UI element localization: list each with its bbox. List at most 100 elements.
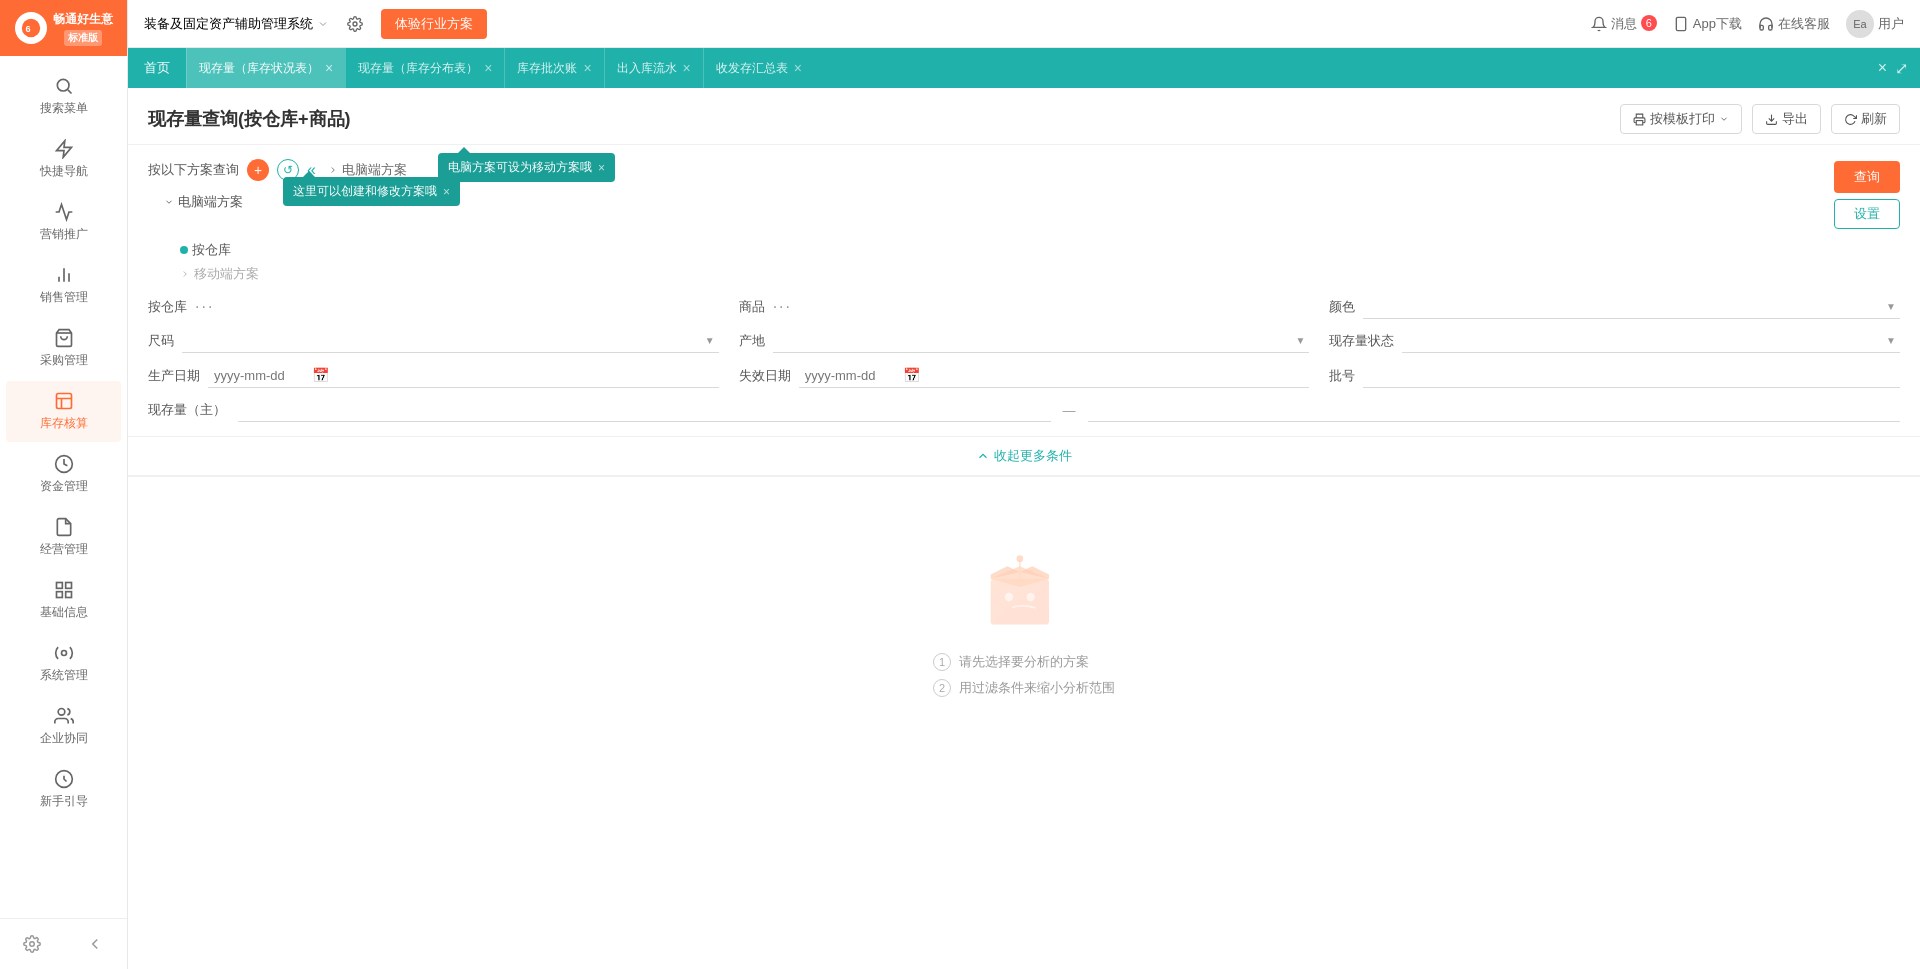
filter-field-origin: 产地 ▼ — [739, 329, 1310, 353]
sidebar-item-marketing[interactable]: 营销推广 — [6, 192, 121, 253]
refresh-btn[interactable]: 刷新 — [1831, 104, 1900, 134]
filter-field-expire-date: 失效日期 📅 — [739, 363, 1310, 388]
stock-status-select[interactable] — [1402, 333, 1900, 348]
print-label: 按模板打印 — [1650, 110, 1715, 128]
filter-field-size: 尺码 ▼ — [148, 329, 719, 353]
header-right: 消息 6 App下载 在线客服 Ea 用户 — [1591, 10, 1904, 38]
triangle-right-icon — [180, 269, 190, 279]
stock-main-to[interactable] — [1088, 398, 1901, 422]
sidebar-label-sales: 销售管理 — [40, 289, 88, 306]
step-2-circle: 2 — [933, 679, 951, 697]
collapse-sidebar-btn[interactable] — [82, 931, 108, 957]
user-area[interactable]: Ea 用户 — [1846, 10, 1904, 38]
settings-query-btn[interactable]: 设置 — [1834, 199, 1900, 229]
sidebar-item-operations[interactable]: 经营管理 — [6, 507, 121, 568]
tab-close-batch-account[interactable]: × — [583, 61, 591, 75]
page-title: 现存量查询(按仓库+商品) — [148, 107, 351, 131]
sidebar-logo: 6 畅通好生意 标准版 — [0, 0, 127, 56]
tab-receive-summary[interactable]: 收发存汇总表 × — [703, 48, 814, 88]
origin-select[interactable] — [773, 333, 1310, 348]
sidebar-label-system: 系统管理 — [40, 667, 88, 684]
scheme-dot — [180, 246, 188, 254]
produce-date-calendar-icon[interactable]: 📅 — [312, 367, 329, 383]
system-title-dropdown[interactable]: 装备及固定资产辅助管理系统 — [144, 15, 329, 33]
empty-step-2: 2 用过滤条件来缩小分析范围 — [933, 679, 1115, 697]
export-label: 导出 — [1782, 110, 1808, 128]
expire-date-input[interactable] — [805, 368, 895, 383]
logo-badge: 标准版 — [64, 30, 102, 46]
step-1-circle: 1 — [933, 653, 951, 671]
sidebar-label-search: 搜索菜单 — [40, 100, 88, 117]
filter-add-btn[interactable]: + — [247, 159, 269, 181]
online-support-btn[interactable]: 在线客服 — [1758, 15, 1830, 33]
notification-count: 6 — [1641, 15, 1657, 31]
color-select[interactable] — [1363, 299, 1900, 314]
warehouse-dots[interactable]: ··· — [195, 298, 214, 316]
stock-main-from[interactable] — [238, 398, 1051, 422]
tab-close-receive-summary[interactable]: × — [794, 61, 802, 75]
notification-btn[interactable]: 消息 6 — [1591, 15, 1657, 33]
tab-close-inventory-dist[interactable]: × — [484, 61, 492, 75]
collapse-btn-row: 收起更多条件 — [128, 437, 1920, 476]
sidebar-item-sales[interactable]: 销售管理 — [6, 255, 121, 316]
sidebar-item-system[interactable]: 系统管理 — [6, 633, 121, 694]
svg-rect-12 — [65, 583, 71, 589]
tab-close-inventory-status[interactable]: × — [325, 61, 333, 75]
sidebar-item-enterprise[interactable]: 企业协同 — [6, 696, 121, 757]
collapse-btn[interactable]: 收起更多条件 — [976, 447, 1072, 465]
mobile-scheme-expand[interactable]: 移动端方案 — [148, 265, 1900, 283]
close-all-tabs-btn[interactable]: × — [1878, 59, 1887, 77]
pc-scheme-expand-label: 电脑端方案 — [178, 193, 243, 211]
tab-window-btns: × ⤢ — [1866, 59, 1920, 78]
print-icon — [1633, 113, 1646, 126]
maximize-btn[interactable]: ⤢ — [1895, 59, 1908, 78]
notification-label: 消息 — [1611, 15, 1637, 33]
app-download-btn[interactable]: App下载 — [1673, 15, 1742, 33]
svg-point-18 — [30, 942, 35, 947]
print-btn[interactable]: 按模板打印 — [1620, 104, 1742, 134]
sidebar-item-basic[interactable]: 基础信息 — [6, 570, 121, 631]
svg-marker-4 — [56, 141, 71, 158]
goods-dots[interactable]: ··· — [773, 298, 792, 316]
sidebar-label-basic: 基础信息 — [40, 604, 88, 621]
page-header: 现存量查询(按仓库+商品) 按模板打印 导出 刷新 — [128, 88, 1920, 145]
scheme-tooltip-close[interactable]: × — [598, 161, 605, 175]
chevron-up-icon — [976, 449, 990, 463]
expire-date-calendar-icon[interactable]: 📅 — [903, 367, 920, 383]
query-btn[interactable]: 查询 — [1834, 161, 1900, 193]
sidebar-item-inventory[interactable]: 库存核算 — [6, 381, 121, 442]
produce-date-input[interactable] — [214, 368, 304, 383]
sidebar-label-marketing: 营销推广 — [40, 226, 88, 243]
settings-bottom-btn[interactable] — [19, 931, 45, 957]
tab-inventory-dist[interactable]: 现存量（库存分布表） × — [345, 48, 504, 88]
app-download-label: App下载 — [1693, 15, 1742, 33]
batch-input[interactable] — [1363, 364, 1900, 388]
sidebar-item-search[interactable]: 搜索菜单 — [6, 66, 121, 127]
sidebar-item-quicknav[interactable]: 快捷导航 — [6, 129, 121, 190]
sidebar-item-purchase[interactable]: 采购管理 — [6, 318, 121, 379]
size-select[interactable] — [182, 333, 719, 348]
scheme-tooltip: 电脑方案可设为移动方案哦 × — [438, 153, 615, 182]
tab-home[interactable]: 首页 — [128, 48, 186, 88]
svg-rect-13 — [65, 592, 71, 598]
svg-rect-11 — [56, 583, 62, 589]
tab-close-inout-flow[interactable]: × — [683, 61, 691, 75]
trial-btn[interactable]: 体验行业方案 — [381, 9, 487, 39]
svg-point-15 — [61, 651, 66, 656]
header-settings-btn[interactable] — [341, 10, 369, 38]
sidebar: 6 畅通好生意 标准版 搜索菜单 快捷导航 营销推广 销售管理 采购管理 — [0, 0, 128, 969]
page-actions: 按模板打印 导出 刷新 — [1620, 104, 1900, 134]
phone-icon — [1673, 16, 1689, 32]
export-btn[interactable]: 导出 — [1752, 104, 1821, 134]
edit-tooltip-text: 这里可以创建和修改方案哦 — [293, 183, 437, 200]
edit-tooltip-close[interactable]: × — [443, 185, 450, 199]
filter-row-3: 生产日期 📅 失效日期 📅 — [148, 363, 1900, 388]
tab-inout-flow[interactable]: 出入库流水 × — [604, 48, 703, 88]
color-select-wrapper: ▼ — [1363, 295, 1900, 319]
tab-batch-account[interactable]: 库存批次账 × — [504, 48, 603, 88]
tab-inventory-status[interactable]: 现存量（库存状况表） × — [186, 48, 345, 88]
sidebar-item-newbie[interactable]: 新手引导 — [6, 759, 121, 820]
sidebar-item-finance[interactable]: 资金管理 — [6, 444, 121, 505]
filter-field-goods: 商品 ··· — [739, 298, 1310, 316]
chevron-right-icon — [328, 165, 338, 175]
